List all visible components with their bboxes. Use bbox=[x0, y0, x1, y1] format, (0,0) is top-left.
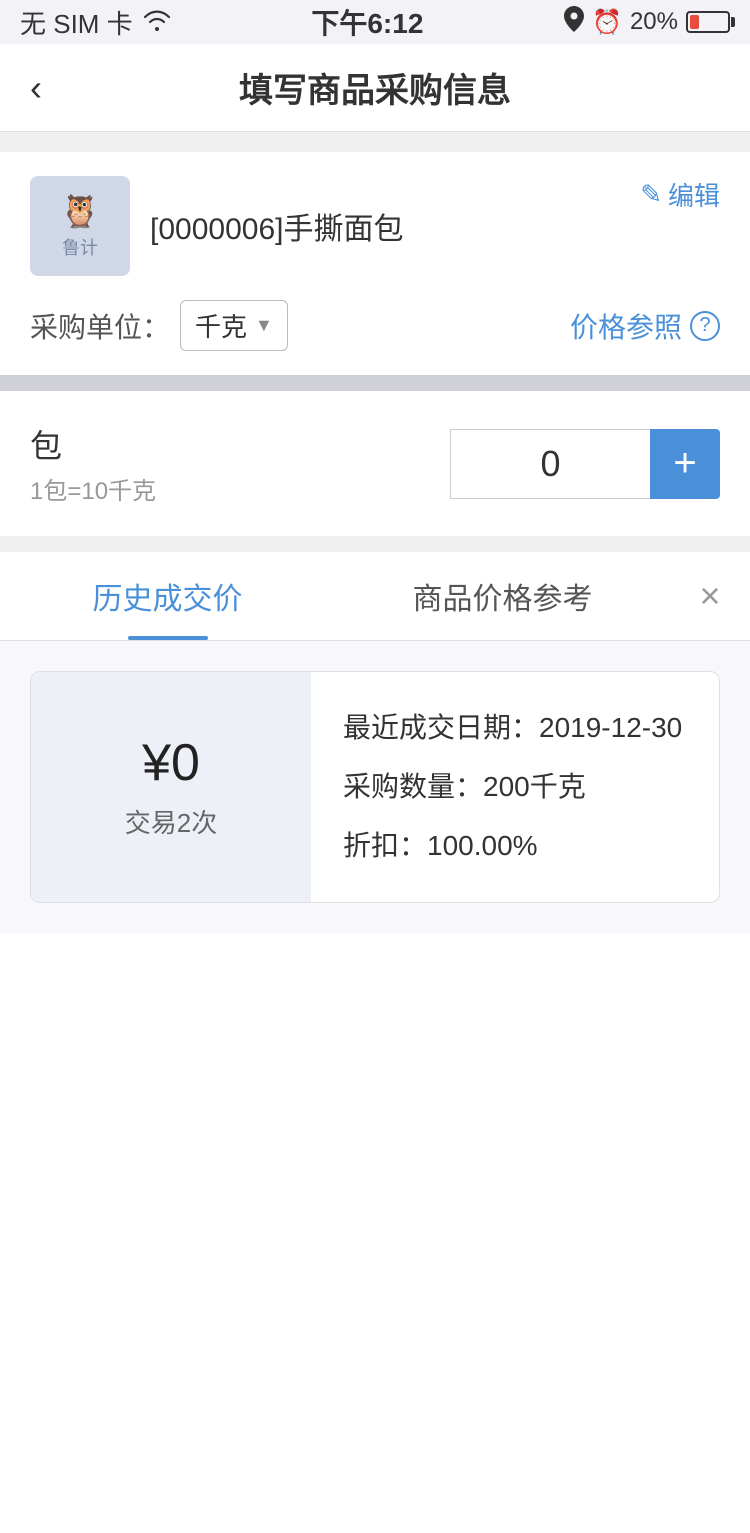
unit-row: 采购单位： 千克 ▼ 价格参照 ? bbox=[30, 300, 720, 351]
edit-button[interactable]: ✎ 编辑 bbox=[640, 176, 720, 213]
tab-history-price[interactable]: 历史成交价 bbox=[0, 552, 335, 640]
carrier-text: 无 SIM 卡 bbox=[20, 4, 133, 41]
recent-date-value: 2019-12-30 bbox=[539, 712, 682, 743]
price-ref-button[interactable]: 价格参照 ? bbox=[570, 306, 720, 346]
status-bar: 无 SIM 卡 下午6:12 ⏰ 20% bbox=[0, 0, 750, 44]
alarm-icon: ⏰ bbox=[592, 8, 622, 37]
battery-icon bbox=[686, 11, 730, 33]
edit-label: 编辑 bbox=[668, 176, 720, 213]
product-name: [0000006]手撕面包 bbox=[150, 204, 403, 248]
quantity-label-wrap: 包 1包=10千克 bbox=[30, 421, 156, 506]
history-price-panel: ¥0 交易2次 bbox=[31, 672, 311, 902]
quantity-unit: 包 bbox=[30, 421, 156, 467]
gray-divider bbox=[0, 375, 750, 391]
page-title: 填写商品采购信息 bbox=[239, 63, 511, 112]
history-content: ¥0 交易2次 最近成交日期：2019-12-30 采购数量：200千克 折扣：… bbox=[0, 641, 750, 933]
wifi-icon bbox=[143, 7, 171, 38]
discount-row: 折扣：100.00% bbox=[343, 826, 687, 865]
status-right: ⏰ 20% bbox=[564, 6, 730, 39]
quantity-plus-button[interactable]: + bbox=[650, 429, 720, 499]
status-left: 无 SIM 卡 bbox=[20, 4, 171, 41]
location-icon bbox=[564, 6, 584, 39]
unit-label: 采购单位： bbox=[30, 306, 170, 346]
history-price-value: ¥0 bbox=[142, 733, 200, 793]
tab-close-button[interactable]: × bbox=[670, 552, 750, 640]
product-left: 🦉 鲁计 [0000006]手撕面包 bbox=[30, 176, 403, 276]
history-card: ¥0 交易2次 最近成交日期：2019-12-30 采购数量：200千克 折扣：… bbox=[30, 671, 720, 903]
plus-icon: + bbox=[673, 441, 696, 486]
tab-active-indicator bbox=[128, 636, 208, 640]
unit-select[interactable]: 千克 ▼ bbox=[180, 300, 288, 351]
chevron-down-icon: ▼ bbox=[255, 315, 273, 336]
quantity-input-wrap: + bbox=[450, 429, 720, 499]
recent-date-label: 最近成交日期： bbox=[343, 712, 539, 743]
product-logo-text: 鲁计 bbox=[62, 234, 98, 260]
close-icon: × bbox=[699, 575, 720, 617]
history-detail-panel: 最近成交日期：2019-12-30 采购数量：200千克 折扣：100.00% bbox=[311, 672, 719, 902]
unit-value: 千克 bbox=[195, 307, 247, 344]
recent-date-row: 最近成交日期：2019-12-30 bbox=[343, 708, 687, 747]
quantity-input[interactable] bbox=[450, 429, 650, 499]
purchase-quantity-label: 采购数量： bbox=[343, 771, 483, 802]
help-circle-icon: ? bbox=[690, 311, 720, 341]
bottom-panel: 历史成交价 商品价格参考 × ¥0 交易2次 最近成交日期：2019-12-30… bbox=[0, 552, 750, 933]
product-header: 🦉 鲁计 [0000006]手撕面包 ✎ 编辑 bbox=[30, 176, 720, 276]
edit-icon: ✎ bbox=[640, 179, 662, 210]
owl-icon: 🦉 bbox=[60, 192, 100, 230]
tab-bar: 历史成交价 商品价格参考 × bbox=[0, 552, 750, 641]
product-card: 🦉 鲁计 [0000006]手撕面包 ✎ 编辑 采购单位： 千克 ▼ 价格参照 … bbox=[0, 152, 750, 375]
bottom-area bbox=[0, 933, 750, 1533]
purchase-quantity-value: 200千克 bbox=[483, 771, 586, 802]
battery-percent: 20% bbox=[630, 8, 678, 36]
purchase-quantity-row: 采购数量：200千克 bbox=[343, 767, 687, 806]
quantity-ratio: 1包=10千克 bbox=[30, 471, 156, 506]
status-time: 下午6:12 bbox=[311, 2, 423, 42]
history-transactions: 交易2次 bbox=[125, 803, 217, 840]
product-image: 🦉 鲁计 bbox=[30, 176, 130, 276]
discount-value: 100.00% bbox=[427, 830, 538, 861]
back-button[interactable]: ‹ bbox=[30, 67, 42, 109]
discount-label: 折扣： bbox=[343, 830, 427, 861]
tab-price-reference[interactable]: 商品价格参考 bbox=[335, 552, 670, 640]
quantity-row: 包 1包=10千克 + bbox=[0, 391, 750, 536]
nav-bar: ‹ 填写商品采购信息 bbox=[0, 44, 750, 132]
tab-history-label: 历史成交价 bbox=[93, 574, 243, 618]
tab-price-ref-label: 商品价格参考 bbox=[413, 574, 593, 618]
price-ref-label: 价格参照 bbox=[570, 306, 682, 346]
